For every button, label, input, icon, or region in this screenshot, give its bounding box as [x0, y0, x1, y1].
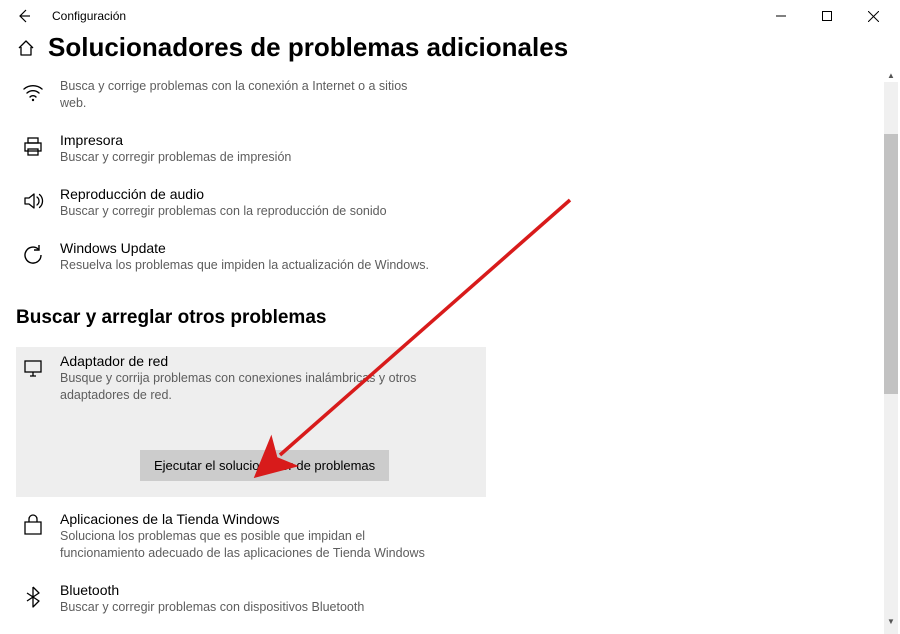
maximize-icon — [822, 11, 832, 21]
troubleshooter-title: Bluetooth — [60, 582, 482, 598]
troubleshooter-item-update[interactable]: Windows Update Resuelva los problemas qu… — [16, 234, 486, 280]
troubleshooter-desc: Buscar y corregir problemas con la repro… — [60, 203, 430, 220]
close-button[interactable] — [850, 0, 896, 32]
titlebar: Configuración — [0, 0, 900, 32]
network-adapter-icon — [20, 355, 46, 381]
troubleshooter-item-printer[interactable]: Impresora Buscar y corregir problemas de… — [16, 126, 486, 172]
troubleshooter-item-store[interactable]: Aplicaciones de la Tienda Windows Soluci… — [16, 505, 486, 568]
troubleshooter-item-audio[interactable]: Reproducción de audio Buscar y corregir … — [16, 180, 486, 226]
minimize-icon — [776, 11, 786, 21]
troubleshooter-desc: Busca y corrige problemas con la conexió… — [60, 78, 430, 112]
troubleshooter-title: Impresora — [60, 132, 482, 148]
store-icon — [20, 513, 46, 539]
troubleshooter-item-internet[interactable]: Busca y corrige problemas con la conexió… — [16, 71, 486, 118]
page-title: Solucionadores de problemas adicionales — [48, 32, 568, 63]
wifi-icon — [20, 79, 46, 105]
home-icon[interactable] — [16, 38, 36, 58]
troubleshooter-desc: Busque y corrija problemas con conexione… — [60, 370, 430, 404]
troubleshooter-title: Windows Update — [60, 240, 482, 256]
content-area: Solucionadores de problemas adicionales … — [0, 32, 900, 634]
troubleshooter-item-network[interactable]: Adaptador de red Busque y corrija proble… — [16, 347, 486, 497]
troubleshooter-desc: Soluciona los problemas que es posible q… — [60, 528, 430, 562]
maximize-button[interactable] — [804, 0, 850, 32]
troubleshooter-desc: Buscar y corregir problemas de impresión — [60, 149, 430, 166]
section-heading-other: Buscar y arreglar otros problemas — [16, 307, 900, 329]
bluetooth-icon — [20, 584, 46, 610]
back-arrow-icon — [16, 8, 32, 24]
troubleshooter-list-top: Busca y corrige problemas con la conexió… — [16, 71, 486, 279]
scrollbar-up-arrow[interactable]: ▲ — [884, 68, 898, 82]
troubleshooter-desc: Buscar y corregir problemas con disposit… — [60, 599, 430, 616]
minimize-button[interactable] — [758, 0, 804, 32]
window-title: Configuración — [52, 9, 126, 23]
window-controls — [758, 0, 896, 32]
page-header: Solucionadores de problemas adicionales — [16, 32, 900, 63]
run-troubleshooter-button[interactable]: Ejecutar el solucionador de problemas — [140, 450, 389, 481]
troubleshooter-item-bluetooth[interactable]: Bluetooth Buscar y corregir problemas co… — [16, 576, 486, 622]
scrollbar-track[interactable] — [884, 82, 898, 634]
printer-icon — [20, 134, 46, 160]
troubleshooter-title: Aplicaciones de la Tienda Windows — [60, 511, 482, 527]
scrollbar-down-arrow[interactable]: ▼ — [884, 614, 898, 628]
scrollbar-thumb[interactable] — [884, 134, 898, 394]
troubleshooter-title: Adaptador de red — [60, 353, 482, 369]
troubleshooter-list-other: Adaptador de red Busque y corrija proble… — [16, 347, 486, 621]
speaker-icon — [20, 188, 46, 214]
back-button[interactable] — [4, 0, 44, 32]
troubleshooter-title: Reproducción de audio — [60, 186, 482, 202]
close-icon — [868, 11, 879, 22]
troubleshooter-desc: Resuelva los problemas que impiden la ac… — [60, 257, 430, 274]
update-icon — [20, 242, 46, 268]
